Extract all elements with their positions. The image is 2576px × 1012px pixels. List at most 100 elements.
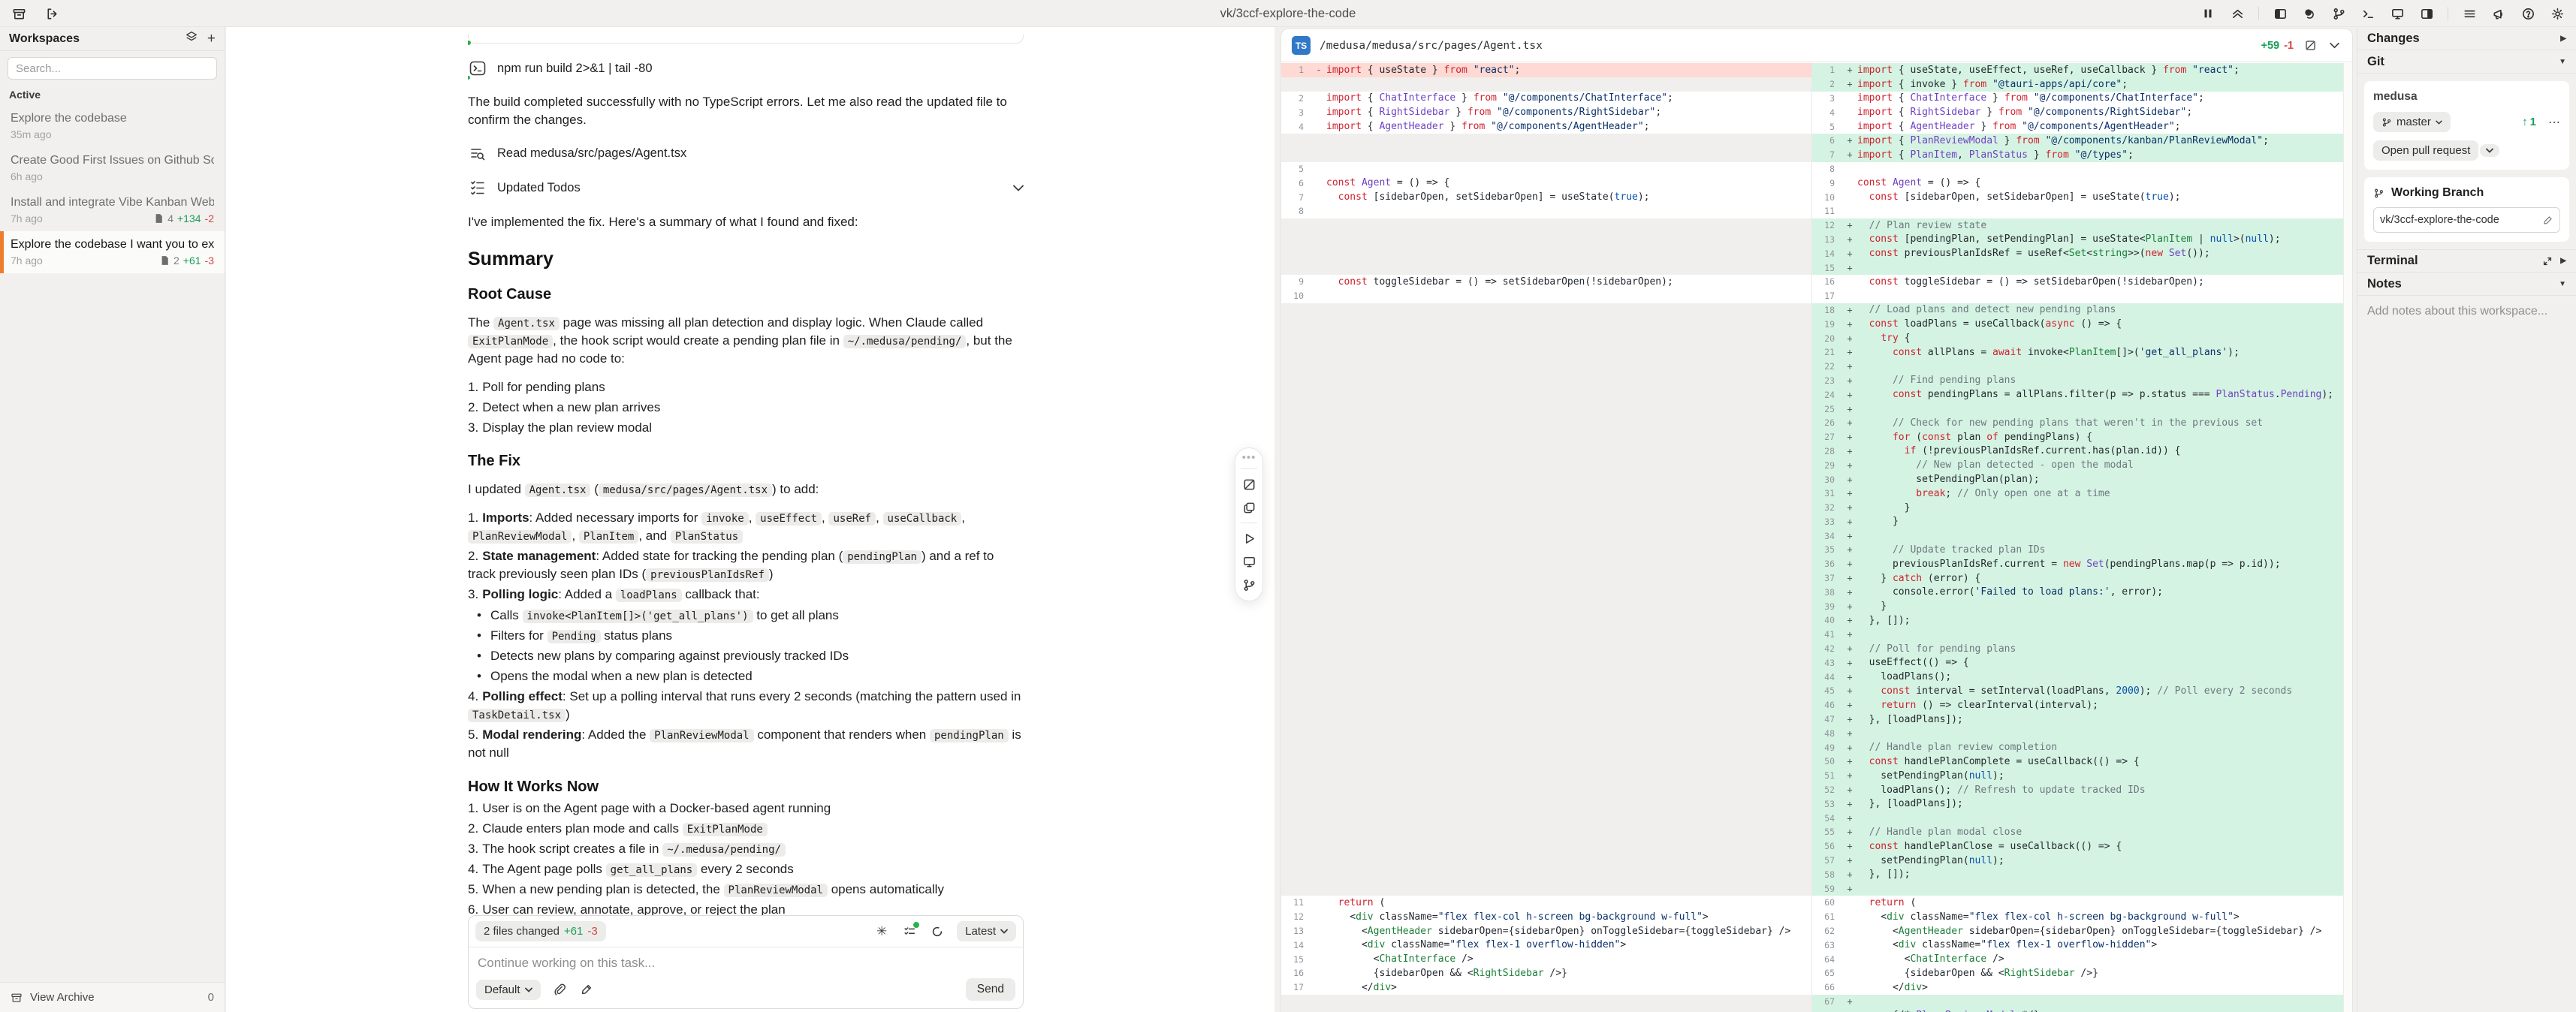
diff-row	[1281, 867, 1811, 881]
diff-row	[1281, 712, 1811, 727]
diff-row: 35+ // Update tracked plan IDs	[1812, 543, 2343, 557]
panel-right-icon[interactable]	[2418, 5, 2435, 22]
numbered-list-item: 4.Polling effect: Set up a polling inter…	[468, 688, 1024, 724]
chevron-down-icon[interactable]	[1013, 181, 1024, 195]
collapse-diff-icon[interactable]	[2327, 38, 2342, 53]
inline-code: invoke<PlanItem[]>('get_all_plans')	[523, 610, 753, 623]
diff-row: 67+	[1812, 995, 2343, 1009]
tool-call-terminal[interactable]: npm run build 2>&1 | tail -80	[468, 59, 1024, 78]
diff-row: 53+ }, [loadPlans]);	[1812, 797, 2343, 811]
repo-card: medusa master ↑1 ⋯ Open pull request	[2364, 81, 2569, 170]
workspace-item[interactable]: Create Good First Issues on Github So p6…	[0, 147, 225, 189]
chat-panel: npm run build 2>&1 | tail -80The build c…	[226, 27, 1274, 1012]
diff-row: 14 <div className="flex flex-1 overflow-…	[1281, 938, 1811, 952]
diff-toggle-icon[interactable]	[1241, 476, 1257, 492]
diff-row: 54+	[1812, 811, 2343, 825]
working-branch-card: Working Branch	[2364, 177, 2569, 242]
diff-row: 10 const [sidebarOpen, setSidebarOpen] =…	[1812, 190, 2343, 204]
git-branch-icon	[2381, 117, 2392, 128]
diff-row	[1281, 740, 1811, 754]
inline-code: useRef	[828, 512, 876, 526]
workspace-item[interactable]: Install and integrate Vibe Kanban Web7h …	[0, 189, 225, 231]
diff-row	[1281, 642, 1811, 656]
diff-row	[1281, 543, 1811, 557]
search-input[interactable]	[8, 57, 217, 80]
annotate-pen-icon[interactable]	[578, 981, 595, 998]
git-branch-icon[interactable]	[2330, 5, 2347, 22]
expand-icon[interactable]	[2542, 256, 2553, 267]
git-branch-icon[interactable]	[1241, 577, 1257, 593]
tool-call-read[interactable]: Read medusa/src/pages/Agent.tsx	[468, 144, 1024, 164]
message-input[interactable]	[478, 956, 1014, 971]
diff-layout-toggle-icon[interactable]	[2303, 38, 2318, 53]
layers-icon[interactable]	[185, 30, 198, 47]
diff-row	[1281, 585, 1811, 599]
settings-gear-icon[interactable]	[2549, 5, 2565, 22]
copy-icon[interactable]	[1241, 499, 1257, 516]
diff-row: 27+ for (const plan of pendingPlans) {	[1812, 430, 2343, 444]
diff-row	[1281, 839, 1811, 854]
branch-selector[interactable]: master	[2373, 112, 2451, 132]
chat-paragraph: The Agent.tsx page was missing all plan …	[468, 314, 1024, 367]
inline-code: pendingPlan	[930, 729, 1009, 742]
status-dot	[468, 39, 472, 47]
diff-row: 1-import { useState } from "react";	[1281, 63, 1811, 77]
section-git[interactable]: Git ▼	[2357, 50, 2576, 74]
files-changed-badge[interactable]: 2 files changed +61 -3	[475, 921, 606, 941]
workspace-item[interactable]: Explore the codebase I want you to exp7h…	[0, 231, 225, 273]
section-changes[interactable]: Changes ▶	[2357, 27, 2576, 50]
panel-left-icon[interactable]	[2272, 5, 2288, 22]
inline-code: useCallback	[883, 512, 962, 526]
collapse-all-icon[interactable]	[2229, 5, 2246, 22]
diff-row	[1281, 811, 1811, 825]
latest-dropdown[interactable]: Latest	[957, 921, 1016, 941]
view-archive-button[interactable]: View Archive 0	[0, 982, 225, 1012]
tool-call-todos[interactable]: Updated Todos	[468, 179, 1024, 198]
diff-body[interactable]: 1-import { useState } from "react";2impo…	[1281, 63, 2352, 1012]
diff-row: 34+	[1812, 529, 2343, 543]
diff-scrollbar[interactable]	[2343, 63, 2352, 1012]
bullet-list-item: Calls invoke<PlanItem[]>('get_all_plans'…	[468, 607, 1024, 625]
preview-monitor-icon[interactable]	[1241, 553, 1257, 570]
theme-shapes-icon[interactable]	[2301, 5, 2318, 22]
monitor-icon[interactable]	[2389, 5, 2406, 22]
terminal-icon[interactable]	[2360, 5, 2376, 22]
pause-icon[interactable]	[2200, 5, 2216, 22]
send-button[interactable]: Send	[966, 978, 1015, 1001]
help-icon[interactable]	[2520, 5, 2536, 22]
diff-row: 46+ return () => clearInterval(interval)…	[1812, 698, 2343, 712]
terminal-icon	[468, 59, 487, 78]
run-icon[interactable]	[1241, 530, 1257, 547]
workspace-item[interactable]: Explore the codebase35m ago	[0, 105, 225, 147]
announcements-icon[interactable]	[2490, 5, 2507, 22]
diff-row: 62 <AgentHeader sidebarOpen={sidebarOpen…	[1812, 924, 2343, 938]
spark-icon[interactable]: ✳	[873, 923, 890, 940]
diff-row	[1281, 486, 1811, 501]
workspace-time: 7h ago	[11, 255, 43, 267]
diff-row: 57+ setPendingPlan(null);	[1812, 854, 2343, 868]
notes-placeholder[interactable]: Add notes about this workspace...	[2357, 296, 2576, 327]
diff-row	[1281, 698, 1811, 712]
diff-row	[1281, 613, 1811, 628]
numbered-list-item: 1.User is on the Agent page with a Docke…	[468, 800, 1024, 818]
diff-row	[1281, 444, 1811, 459]
add-workspace-button[interactable]: +	[207, 31, 216, 47]
model-selector[interactable]: Default	[476, 980, 541, 1000]
section-terminal[interactable]: Terminal ▶	[2357, 249, 2576, 273]
section-notes[interactable]: Notes ▼	[2357, 273, 2576, 296]
numbered-list-item: 3.The hook script creates a file in ~/.m…	[468, 840, 1024, 858]
menu-icon[interactable]	[2461, 5, 2478, 22]
diff-row	[1281, 825, 1811, 839]
open-pull-request-button[interactable]: Open pull request	[2373, 140, 2478, 161]
diff-row	[1281, 684, 1811, 698]
branch-name-input[interactable]	[2380, 214, 2542, 226]
diff-row: 6+import { PlanReviewModal } from "@/com…	[1812, 134, 2343, 148]
diff-deletions: -1	[2284, 40, 2294, 52]
attach-icon[interactable]	[551, 981, 568, 998]
pr-options-dropdown[interactable]	[2480, 144, 2499, 157]
edit-pencil-icon[interactable]	[2542, 215, 2553, 226]
workspace-title: Install and integrate Vibe Kanban Web	[11, 196, 214, 209]
more-options-icon[interactable]: ⋯	[2548, 115, 2560, 130]
drag-handle[interactable]: •••	[1242, 454, 1256, 462]
todos-status-icon[interactable]	[901, 923, 918, 940]
